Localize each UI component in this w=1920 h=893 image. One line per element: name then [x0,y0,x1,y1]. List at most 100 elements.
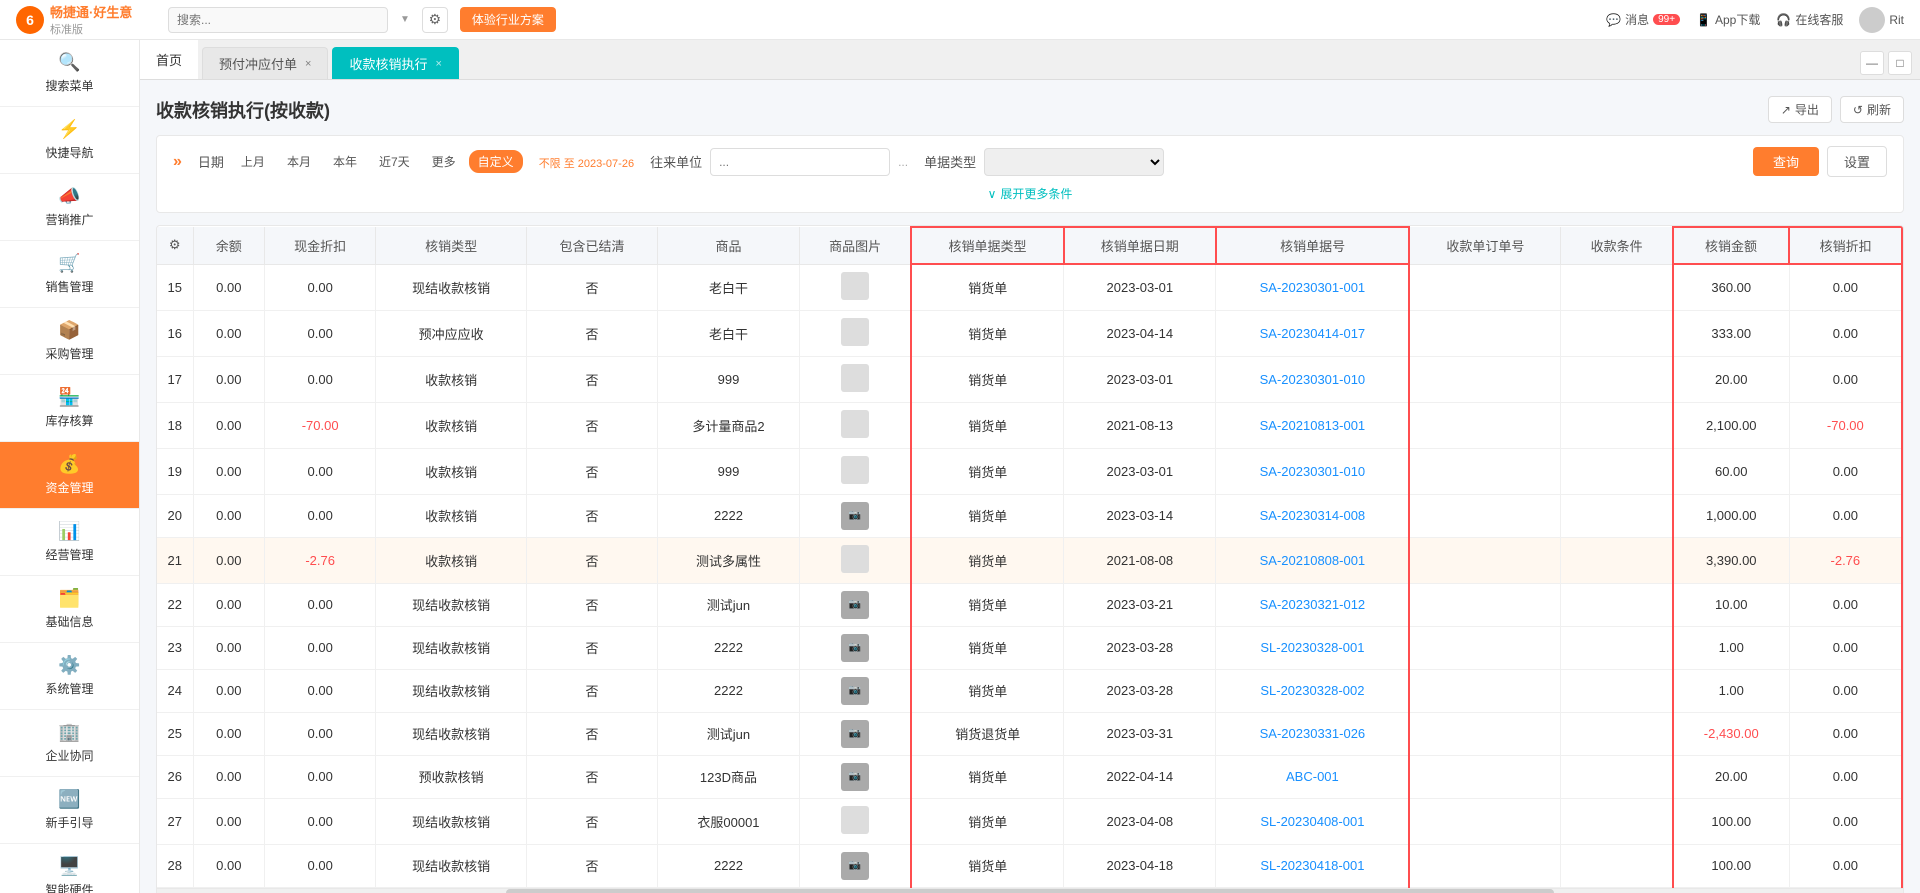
data-table: ⚙ 余额 现金折扣 核销类型 包含已结清 商品 商品图片 核销单据类型 核销单据… [157,226,1903,888]
date-tag-last-month[interactable]: 上月 [232,150,274,173]
cancel-doc-date-cell: 2023-03-21 [1064,583,1216,626]
tab-maximize-button[interactable]: □ [1888,51,1912,75]
date-tag-7days[interactable]: 近7天 [370,150,419,173]
include-settled-cell: 否 [527,626,658,669]
sidebar-item-label: 采购管理 [45,345,93,362]
cancel-doc-no-link[interactable]: SA-20230414-017 [1260,326,1366,341]
balance-cell: 0.00 [193,448,265,494]
purchase-icon: 📦 [58,320,80,341]
receipt-order-no-cell [1409,537,1561,583]
tab-receipt-cancel[interactable]: 收款核销执行 × [332,47,458,79]
cancel-amount-cell: 100.00 [1673,844,1789,887]
messages-button[interactable]: 💬 消息 99+ [1606,11,1680,28]
query-button[interactable]: 查询 [1753,147,1819,176]
cancel-doc-type-cell: 销货单 [911,626,1063,669]
receipt-order-no-cell [1409,310,1561,356]
close-icon[interactable]: × [435,58,441,70]
goods-cell: 衣服00001 [657,798,799,844]
enterprise-icon: 🏢 [58,722,80,743]
doc-type-select[interactable] [984,148,1164,176]
cancel-doc-no-link[interactable]: SA-20230301-010 [1260,464,1366,479]
user-info[interactable]: Rit [1859,7,1904,33]
sidebar-item-purchase[interactable]: 📦 采购管理 [0,308,139,375]
cancel-doc-no-link[interactable]: SA-20230314-008 [1260,508,1366,523]
expand-more-button[interactable]: ∨ 展开更多条件 [173,185,1887,202]
cancel-doc-type-cell: 销货单 [911,356,1063,402]
th-settings[interactable]: ⚙ [157,227,193,264]
app-download-button[interactable]: 📱 App下载 [1696,11,1760,28]
goods-img-cell: 📷 [799,626,911,669]
cancel-discount-cell: 0.00 [1789,844,1902,887]
th-goods-img: 商品图片 [799,227,911,264]
export-button[interactable]: ↗ 导出 [1768,96,1832,123]
refresh-button[interactable]: ↺ 刷新 [1840,96,1904,123]
goods-image: 📷 [841,720,869,748]
date-tag-more[interactable]: 更多 [423,150,465,173]
online-service-button[interactable]: 🎧 在线客服 [1776,11,1843,28]
filter-doc-type: 单据类型 [924,148,1164,176]
sidebar-item-marketing[interactable]: 📣 营销推广 [0,174,139,241]
cancel-doc-no-link[interactable]: ABC-001 [1286,769,1339,784]
cancel-doc-no-link[interactable]: SL-20230418-001 [1260,858,1364,873]
sidebar-item-basic[interactable]: 🗂️ 基础信息 [0,576,139,643]
sidebar-item-hardware[interactable]: 🖥️ 智能硬件 [0,844,139,893]
cancel-doc-type-cell: 销货单 [911,755,1063,798]
cancel-doc-no-cell: SA-20230301-010 [1216,356,1409,402]
cancel-doc-no-link[interactable]: SA-20230301-010 [1260,372,1366,387]
receipt-condition-cell [1561,494,1673,537]
sidebar-item-system[interactable]: ⚙️ 系统管理 [0,643,139,710]
date-filter-tags: 上月 本月 本年 近7天 更多 自定义 [232,150,523,173]
tab-minimize-button[interactable]: — [1860,51,1884,75]
cancel-doc-no-cell: ABC-001 [1216,755,1409,798]
sidebar-item-enterprise[interactable]: 🏢 企业协同 [0,710,139,777]
goods-img-cell [799,310,911,356]
filter-expand-icon[interactable]: » [173,153,182,171]
tab-prepay[interactable]: 预付冲应付单 × [202,47,328,79]
goods-cell: 老白干 [657,310,799,356]
goods-img-cell: 📷 [799,712,911,755]
cancel-doc-no-link[interactable]: SA-20230331-026 [1260,726,1366,741]
cancel-doc-date-cell: 2021-08-13 [1064,402,1216,448]
cancel-doc-no-cell: SA-20210808-001 [1216,537,1409,583]
receipt-condition-cell [1561,755,1673,798]
goods-img-cell [799,264,911,310]
sidebar-item-quicknav[interactable]: ⚡ 快捷导航 [0,107,139,174]
sidebar-item-sales[interactable]: 🛒 销售管理 [0,241,139,308]
trial-button[interactable]: 体验行业方案 [460,7,556,32]
search-input[interactable] [168,7,388,33]
sidebar-item-finance[interactable]: 💰 资金管理 [0,442,139,509]
cancel-discount-cell: 0.00 [1789,448,1902,494]
cancel-doc-no-link[interactable]: SA-20230321-012 [1260,597,1366,612]
cancel-doc-no-link[interactable]: SL-20230328-001 [1260,640,1364,655]
goods-img-cell: 📷 [799,755,911,798]
goods-cell: 测试多属性 [657,537,799,583]
cancel-doc-no-link[interactable]: SA-20210813-001 [1260,418,1366,433]
sidebar-item-inventory[interactable]: 🏪 库存核算 [0,375,139,442]
cancel-doc-no-cell: SA-20230314-008 [1216,494,1409,537]
settings-icon[interactable]: ⚙ [422,7,448,33]
sidebar-item-label: 智能硬件 [45,881,93,893]
date-tag-this-year[interactable]: 本年 [324,150,366,173]
date-tag-this-month[interactable]: 本月 [278,150,320,173]
cancel-doc-no-link[interactable]: SA-20210808-001 [1260,553,1366,568]
search-dropdown-icon[interactable]: ▼ [400,14,410,25]
close-icon[interactable]: × [305,58,311,70]
cancel-doc-type-cell: 销货单 [911,310,1063,356]
cancel-doc-no-link[interactable]: SL-20230408-001 [1260,814,1364,829]
app-edition: 标准版 [50,21,132,37]
filter-row: » 日期 上月 本月 本年 近7天 更多 自定义 [173,146,1887,177]
sidebar-item-biz[interactable]: 📊 经营管理 [0,509,139,576]
date-tag-custom[interactable]: 自定义 [469,150,523,173]
cancel-doc-no-link[interactable]: SA-20230301-001 [1260,280,1366,295]
tab-home[interactable]: 首页 [140,44,198,76]
from-unit-input[interactable] [710,148,890,176]
messages-badge: 99+ [1653,14,1680,25]
receipt-order-no-cell [1409,402,1561,448]
cancel-doc-no-link[interactable]: SL-20230328-002 [1260,683,1364,698]
goods-img-cell [799,798,911,844]
receipt-condition-cell [1561,264,1673,310]
setting-button[interactable]: 设置 [1827,146,1887,177]
sidebar-item-search[interactable]: 🔍 搜索菜单 [0,40,139,107]
horizontal-scrollbar[interactable] [157,888,1903,893]
sidebar-item-guide[interactable]: 🆕 新手引导 [0,777,139,844]
